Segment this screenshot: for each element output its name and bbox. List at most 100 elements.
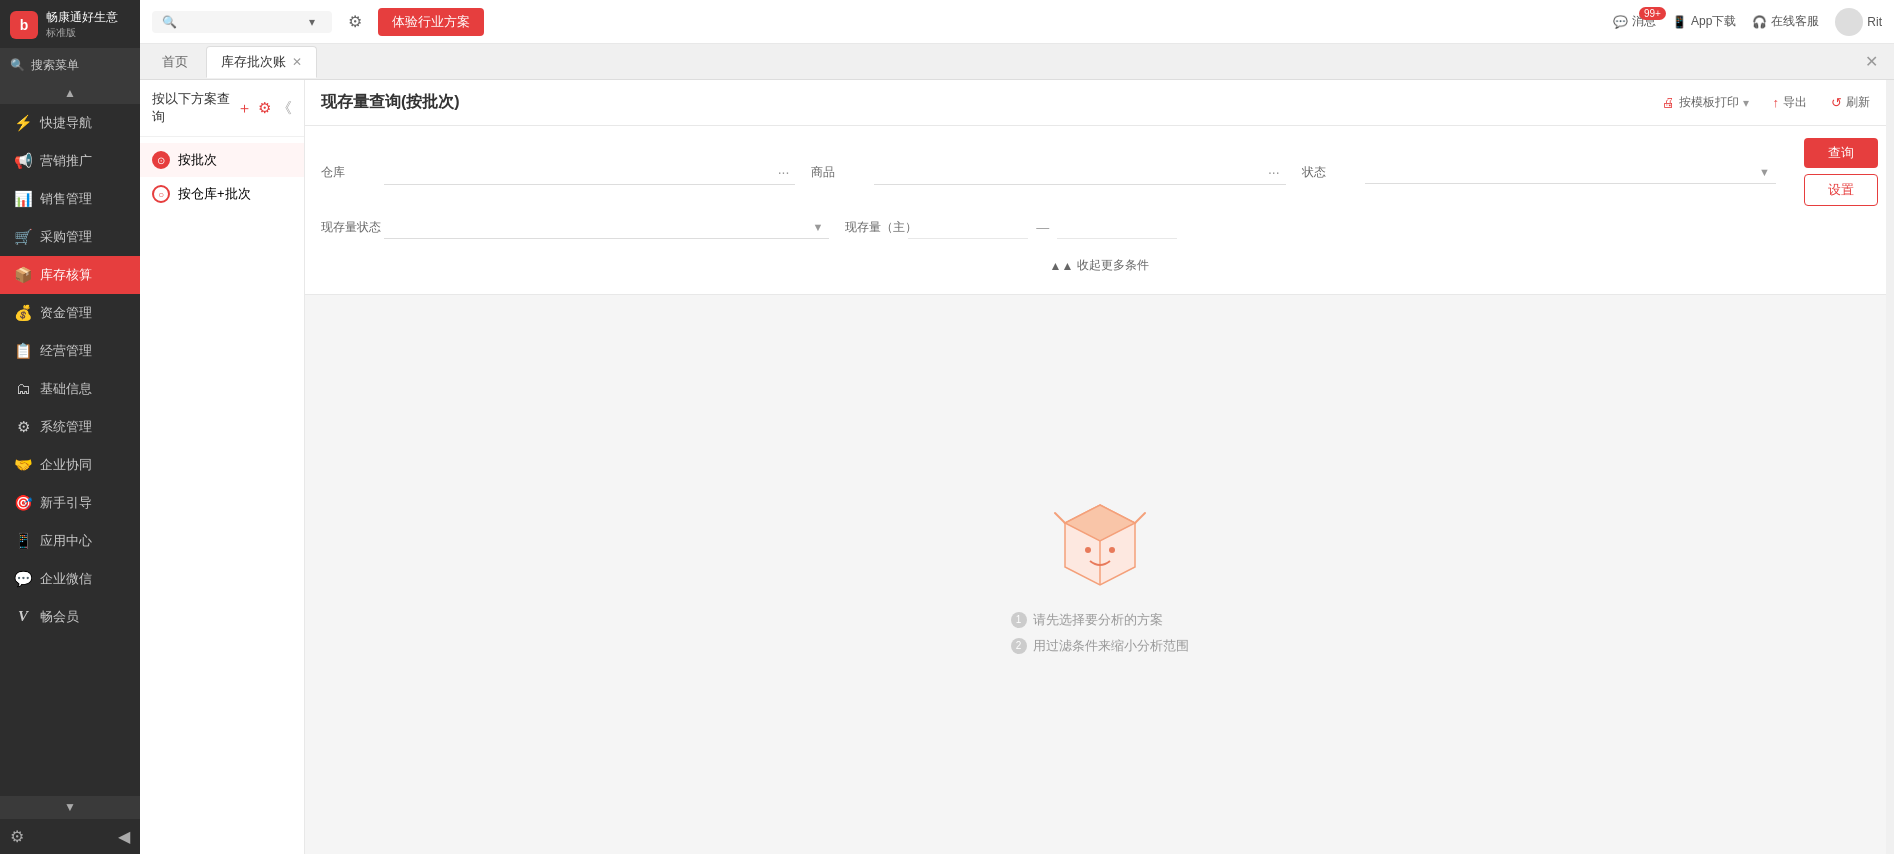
svg-line-5 — [1055, 513, 1065, 523]
plan-item-batch[interactable]: ⊙ 按批次 — [140, 143, 304, 177]
filter-action-buttons: 查询 设置 — [1804, 138, 1878, 206]
svg-point-3 — [1085, 547, 1091, 553]
sidebar-item-wechat[interactable]: 💬 企业微信 — [0, 560, 140, 598]
export-button[interactable]: ↑ 导出 — [1765, 90, 1816, 115]
collapse-filter-button[interactable]: ▲▲ 收起更多条件 — [321, 249, 1878, 282]
inventory-status-arrow: ▼ — [812, 221, 823, 233]
scroll-down-button[interactable]: ▼ — [0, 796, 140, 818]
sidebar-item-member[interactable]: V 畅会员 — [0, 598, 140, 636]
close-panel-button[interactable]: ✕ — [1857, 52, 1886, 71]
search-menu-item[interactable]: 🔍 搜索菜单 — [0, 49, 140, 82]
collapse-filter-label: 收起更多条件 — [1077, 257, 1149, 274]
svg-point-4 — [1109, 547, 1115, 553]
print-button[interactable]: 🖨 按模板打印 ▾ — [1654, 90, 1757, 115]
scroll-up-button[interactable]: ▲ — [0, 82, 140, 104]
tab-close-button[interactable]: ✕ — [292, 55, 302, 69]
page-header: 现存量查询(按批次) 🖨 按模板打印 ▾ ↑ 导出 ↺ 刷新 — [305, 80, 1894, 126]
topbar-right: 💬 消息 99+ 📱 App下载 🎧 在线客服 Rit — [1613, 8, 1882, 36]
wechat-label: 企业微信 — [40, 570, 92, 588]
sidebar-item-quick-nav[interactable]: ⚡ 快捷导航 — [0, 104, 140, 142]
plan-item-warehouse-batch[interactable]: ○ 按仓库+批次 — [140, 177, 304, 211]
export-icon: ↑ — [1773, 95, 1780, 110]
sidebar-item-purchase[interactable]: 🛒 采购管理 — [0, 218, 140, 256]
user-menu[interactable]: Rit — [1835, 8, 1882, 36]
sidebar-settings-button[interactable]: ⚙ — [10, 827, 24, 846]
sidebar-item-basic[interactable]: 🗂 基础信息 — [0, 370, 140, 408]
empty-tip-1: 1 请先选择要分析的方案 — [1011, 611, 1189, 629]
tip-text-2: 用过滤条件来缩小分析范围 — [1033, 637, 1189, 655]
refresh-icon: ↺ — [1831, 95, 1842, 110]
sidebar-item-inventory[interactable]: 📦 库存核算 — [0, 256, 140, 294]
main-area: 🔍 ▾ ⚙ 体验行业方案 💬 消息 99+ 📱 App下载 🎧 在线客服 — [140, 0, 1894, 854]
warehouse-input[interactable] — [390, 165, 774, 179]
tab-home-label: 首页 — [162, 53, 188, 71]
query-button[interactable]: 查询 — [1804, 138, 1878, 168]
sidebar-item-finance[interactable]: 💰 资金管理 — [0, 294, 140, 332]
topbar-search-box[interactable]: 🔍 ▾ — [152, 11, 332, 33]
wechat-icon: 💬 — [14, 570, 32, 588]
inventory-qty-label: 现存量（主） — [845, 219, 900, 236]
message-button[interactable]: 💬 消息 99+ — [1613, 13, 1656, 30]
topbar-search-input[interactable] — [183, 15, 303, 29]
right-scrollbar[interactable] — [1886, 80, 1894, 854]
page-title: 现存量查询(按批次) — [321, 92, 460, 113]
plan-warehouse-batch-label: 按仓库+批次 — [178, 185, 251, 203]
avatar — [1835, 8, 1863, 36]
inventory-status-select[interactable]: 有库存 无库存 全部 — [390, 220, 812, 234]
sidebar-item-newcomer[interactable]: 🎯 新手引导 — [0, 484, 140, 522]
app-name: 畅康通好生意 — [46, 10, 118, 26]
sales-icon: 📊 — [14, 190, 32, 208]
topbar-search-icon: 🔍 — [162, 15, 177, 29]
collapse-panel-button[interactable]: 《 — [277, 99, 292, 118]
topbar-search-dropdown[interactable]: ▾ — [309, 15, 315, 29]
status-select[interactable]: 正常 停用 — [1371, 165, 1759, 179]
setup-button[interactable]: 设置 — [1804, 174, 1878, 206]
print-dropdown-icon: ▾ — [1743, 96, 1749, 110]
plan-settings-button[interactable]: ⚙ — [258, 99, 271, 117]
warehouse-label: 仓库 — [321, 164, 376, 181]
topbar-settings-button[interactable]: ⚙ — [340, 7, 370, 37]
sidebar-item-sales[interactable]: 📊 销售管理 — [0, 180, 140, 218]
warehouse-input-box: ··· — [384, 160, 795, 185]
sidebar-item-system[interactable]: ⚙ 系统管理 — [0, 408, 140, 446]
experience-button[interactable]: 体验行业方案 — [378, 8, 484, 36]
tab-home[interactable]: 首页 — [148, 47, 202, 77]
product-filter-group: 商品 ··· — [811, 160, 1285, 185]
status-filter-group: 状态 正常 停用 ▼ — [1302, 161, 1776, 184]
purchase-icon: 🛒 — [14, 228, 32, 246]
page-area: 按以下方案查询 ＋ ⚙ 《 ⊙ 按批次 ○ 按仓库+批次 — [140, 80, 1894, 854]
warehouse-more-icon[interactable]: ··· — [778, 164, 790, 180]
newcomer-icon: 🎯 — [14, 494, 32, 512]
quick-nav-icon: ⚡ — [14, 114, 32, 132]
marketing-icon: 📢 — [14, 152, 32, 170]
print-icon: 🖨 — [1662, 95, 1675, 110]
basic-label: 基础信息 — [40, 380, 92, 398]
sidebar-item-operations[interactable]: 📋 经营管理 — [0, 332, 140, 370]
product-more-icon[interactable]: ··· — [1268, 164, 1280, 180]
system-label: 系统管理 — [40, 418, 92, 436]
sidebar-item-apps[interactable]: 📱 应用中心 — [0, 522, 140, 560]
page-header-actions: 🖨 按模板打印 ▾ ↑ 导出 ↺ 刷新 — [1654, 90, 1879, 115]
warehouse-filter-group: 仓库 ··· — [321, 160, 795, 185]
product-input[interactable] — [880, 165, 1264, 179]
inventory-qty-max-input[interactable] — [1057, 216, 1177, 239]
app-download-button[interactable]: 📱 App下载 — [1672, 13, 1736, 30]
apps-label: 应用中心 — [40, 532, 92, 550]
sidebar-collapse-button[interactable]: ◀ — [118, 827, 130, 846]
inventory-qty-min-input[interactable] — [908, 216, 1028, 239]
tip-num-2: 2 — [1011, 638, 1027, 654]
online-service-label: 在线客服 — [1771, 13, 1819, 30]
refresh-button[interactable]: ↺ 刷新 — [1823, 90, 1878, 115]
marketing-label: 营销推广 — [40, 152, 92, 170]
tab-inventory-batch[interactable]: 库存批次账 ✕ — [206, 46, 317, 78]
sidebar-header: b 畅康通好生意 标准版 — [0, 0, 140, 49]
inventory-status-filter-group: 现存量状态 有库存 无库存 全部 ▼ — [321, 216, 829, 239]
apps-icon: 📱 — [14, 532, 32, 550]
add-plan-button[interactable]: ＋ — [237, 99, 252, 118]
online-service-button[interactable]: 🎧 在线客服 — [1752, 13, 1819, 30]
sidebar: b 畅康通好生意 标准版 🔍 搜索菜单 ▲ ⚡ 快捷导航 📢 营销推广 📊 销售… — [0, 0, 140, 854]
product-input-box: ··· — [874, 160, 1285, 185]
inventory-qty-filter-group: 现存量（主） — — [845, 216, 1353, 239]
sidebar-item-enterprise[interactable]: 🤝 企业协同 — [0, 446, 140, 484]
sidebar-item-marketing[interactable]: 📢 营销推广 — [0, 142, 140, 180]
